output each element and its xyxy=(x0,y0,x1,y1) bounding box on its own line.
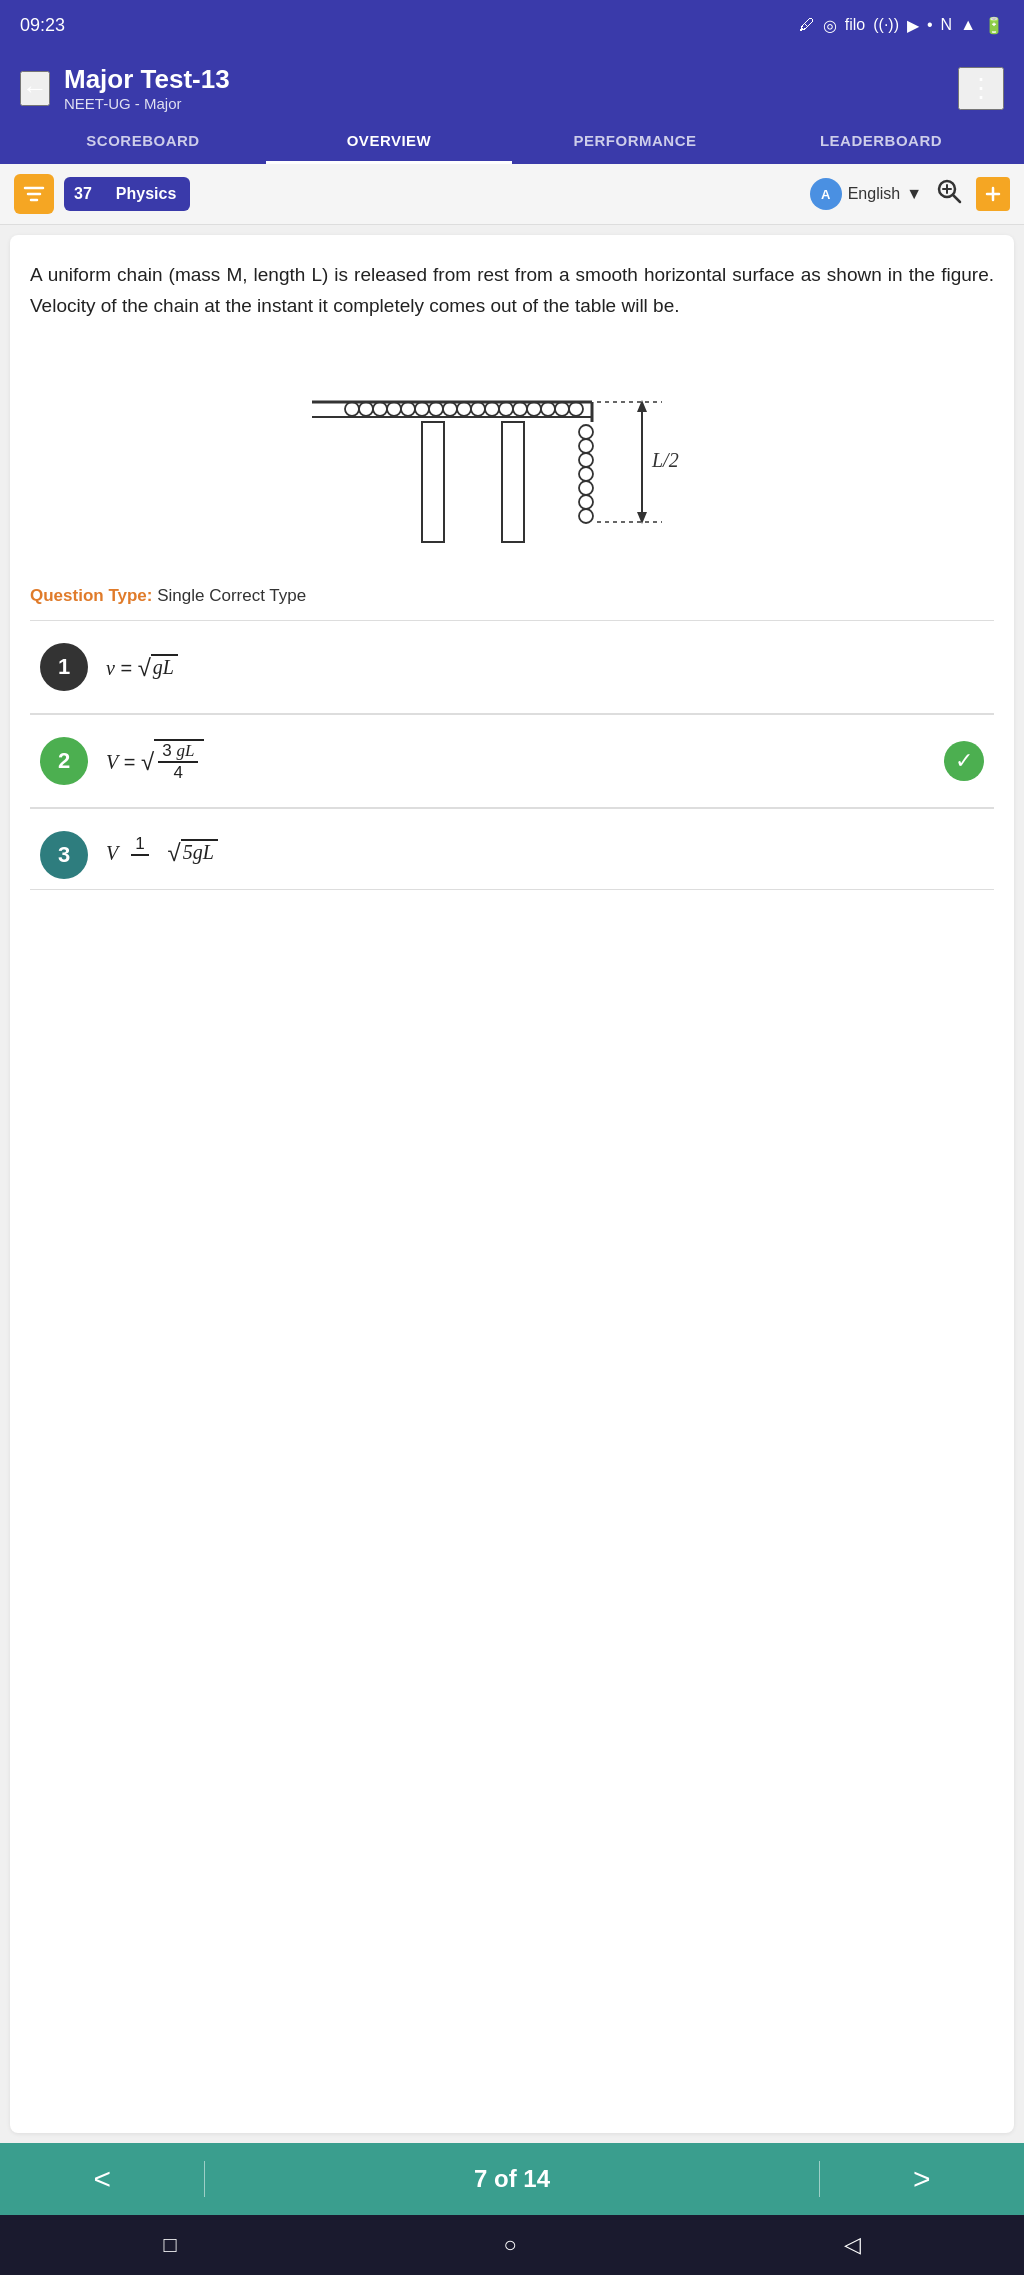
wifi-icon: ▲ xyxy=(960,16,976,34)
status-bar: 09:23 🖊 ◎ filo ((·)) ▶ • N ▲ 🔋 xyxy=(0,0,1024,50)
filter-left: 37 Physics xyxy=(14,174,190,214)
tab-overview[interactable]: OVERVIEW xyxy=(266,122,512,164)
option-item-2[interactable]: 2 V = √ 3 gL 4 ✓ xyxy=(30,715,994,808)
option-circle-2: 2 xyxy=(40,737,88,785)
svg-point-22 xyxy=(499,402,513,416)
svg-point-27 xyxy=(569,402,583,416)
android-navigation: □ ○ ◁ xyxy=(0,2215,1024,2275)
svg-point-31 xyxy=(579,439,593,453)
header: ← Major Test-13 NEET-UG - Major ⋮ SCOREB… xyxy=(0,50,1024,164)
question-subject-badge: 37 Physics xyxy=(64,177,190,211)
prev-button[interactable]: < xyxy=(0,2143,204,2215)
chain-diagram-svg: L/2 xyxy=(302,342,722,562)
svg-rect-42 xyxy=(422,422,444,542)
question-card: A uniform chain (mass M, length L) is re… xyxy=(10,235,1014,2133)
whatsapp-icon: ◎ xyxy=(823,16,837,35)
tab-performance[interactable]: PERFORMANCE xyxy=(512,122,758,164)
tab-leaderboard[interactable]: LEADERBOARD xyxy=(758,122,1004,164)
svg-point-33 xyxy=(579,467,593,481)
svg-point-14 xyxy=(387,402,401,416)
play-icon: ▶ xyxy=(907,16,919,35)
signal-icon: ((·)) xyxy=(873,16,899,34)
battery-icon: 🔋 xyxy=(984,16,1004,35)
svg-line-4 xyxy=(953,195,960,202)
filter-button[interactable] xyxy=(14,174,54,214)
svg-point-17 xyxy=(429,402,443,416)
more-button[interactable]: ⋮ xyxy=(958,67,1004,110)
filter-right: A English ▼ xyxy=(810,177,1010,211)
option-circle-1: 1 xyxy=(40,643,88,691)
language-selector[interactable]: A English ▼ xyxy=(810,178,922,210)
question-type-value: Single Correct Type xyxy=(157,586,306,605)
correct-check-icon: ✓ xyxy=(944,741,984,781)
language-label: English xyxy=(848,185,900,203)
zoom-button[interactable] xyxy=(936,178,962,210)
back-button[interactable]: ← xyxy=(20,71,50,106)
option-text-2: V = √ 3 gL 4 xyxy=(106,739,926,783)
svg-point-11 xyxy=(345,402,359,416)
option-circle-3: 3 xyxy=(40,831,88,879)
question-type-label: Question Type: xyxy=(30,586,152,605)
svg-point-30 xyxy=(579,425,593,439)
option-item-1[interactable]: 1 v = √ gL xyxy=(30,621,994,714)
svg-point-25 xyxy=(541,402,555,416)
option-text-3: V 1 √ 5gL xyxy=(106,834,984,876)
tabs-bar: SCOREBOARD OVERVIEW PERFORMANCE LEADERBO… xyxy=(20,122,1004,164)
language-icon: A xyxy=(810,178,842,210)
question-number: 37 xyxy=(64,177,102,211)
svg-point-13 xyxy=(373,402,387,416)
option-text-1: v = √ gL xyxy=(106,653,984,681)
svg-point-21 xyxy=(485,402,499,416)
dot-icon: • xyxy=(927,16,933,34)
svg-rect-43 xyxy=(502,422,524,542)
android-back-button[interactable]: ◁ xyxy=(844,2232,861,2258)
status-time: 09:23 xyxy=(20,15,65,36)
bottom-navigation: < 7 of 14 > xyxy=(0,2143,1024,2215)
svg-point-16 xyxy=(415,402,429,416)
svg-point-20 xyxy=(471,402,485,416)
page-info: 7 of 14 xyxy=(205,2165,818,2193)
page-title: Major Test-13 xyxy=(64,64,230,95)
subject-label: Physics xyxy=(102,177,190,211)
bookmark-button[interactable] xyxy=(976,177,1010,211)
n-icon: N xyxy=(941,16,953,34)
svg-point-19 xyxy=(457,402,471,416)
svg-point-36 xyxy=(579,509,593,523)
page-subtitle: NEET-UG - Major xyxy=(64,95,230,112)
svg-point-18 xyxy=(443,402,457,416)
options-list: 1 v = √ gL 2 V = √ 3 gL 4 xyxy=(30,621,994,890)
android-home-button[interactable]: ○ xyxy=(503,2232,516,2258)
next-button[interactable]: > xyxy=(820,2143,1024,2215)
option-item-3[interactable]: 3 V 1 √ 5gL xyxy=(30,809,994,890)
notification-icon: 🖊 xyxy=(799,16,815,34)
svg-point-24 xyxy=(527,402,541,416)
tab-scoreboard[interactable]: SCOREBOARD xyxy=(20,122,266,164)
filter-icon xyxy=(23,183,45,205)
zoom-icon xyxy=(936,178,962,204)
language-dropdown-arrow: ▼ xyxy=(906,185,922,203)
android-square-button[interactable]: □ xyxy=(163,2232,176,2258)
question-type: Question Type: Single Correct Type xyxy=(30,586,994,606)
svg-point-34 xyxy=(579,481,593,495)
svg-point-15 xyxy=(401,402,415,416)
chain-diagram: L/2 xyxy=(30,342,994,562)
svg-point-23 xyxy=(513,402,527,416)
svg-point-32 xyxy=(579,453,593,467)
question-text: A uniform chain (mass M, length L) is re… xyxy=(30,259,994,322)
svg-point-35 xyxy=(579,495,593,509)
app-name: filo xyxy=(845,16,865,34)
header-title-section: Major Test-13 NEET-UG - Major xyxy=(64,64,230,112)
filter-bar: 37 Physics A English ▼ xyxy=(0,164,1024,225)
status-icons: 🖊 ◎ filo ((·)) ▶ • N ▲ 🔋 xyxy=(799,16,1004,35)
svg-point-12 xyxy=(359,402,373,416)
bookmark-icon xyxy=(983,184,1003,204)
svg-point-26 xyxy=(555,402,569,416)
svg-text:L/2: L/2 xyxy=(651,449,679,471)
